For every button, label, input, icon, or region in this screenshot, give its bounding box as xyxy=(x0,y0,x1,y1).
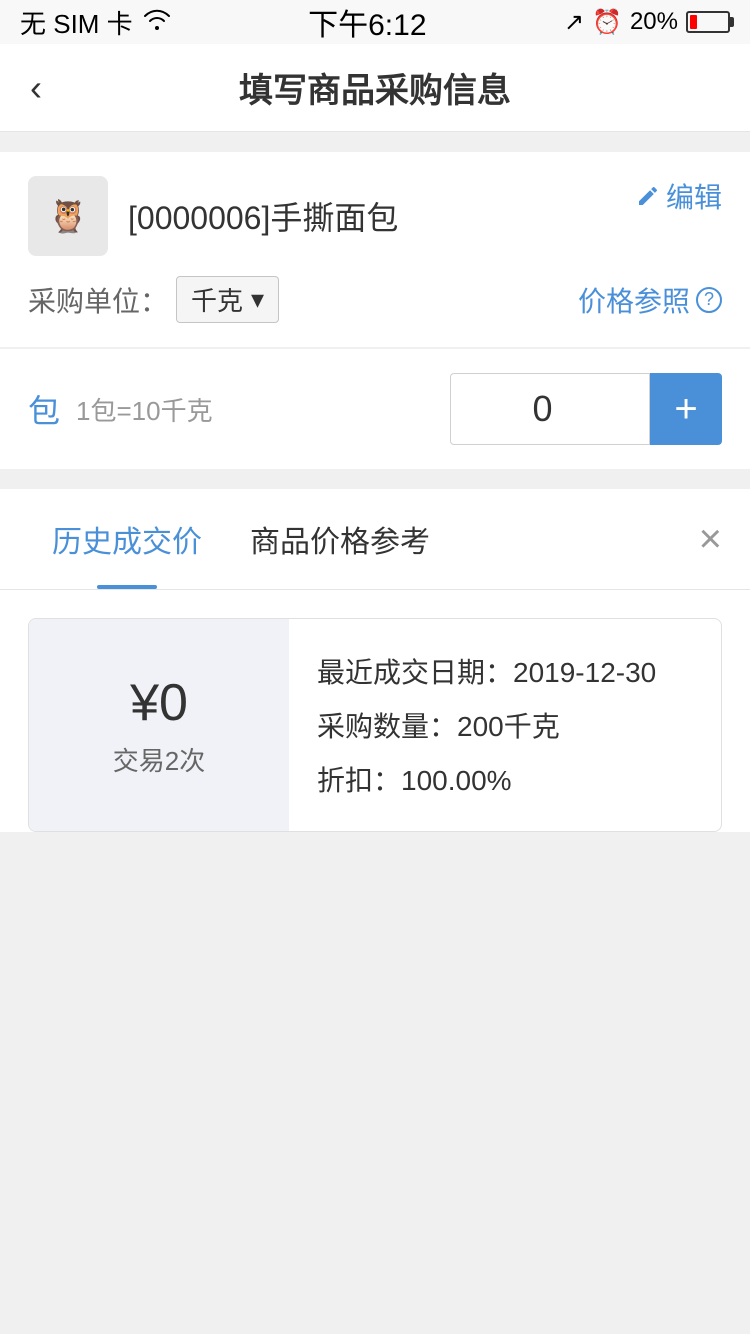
product-logo-icon: 🦉 xyxy=(48,197,88,235)
unit-conversion: 1包=10千克 xyxy=(76,391,213,428)
tab-product-price-ref[interactable]: 商品价格参考 xyxy=(226,489,454,589)
nav-bar: ‹ 填写商品采购信息 xyxy=(0,44,750,132)
panel-section: 历史成交价 商品价格参考 × ¥0 交易2次 最近成交日期：2019-12-30… xyxy=(0,489,750,832)
history-transactions: 交易2次 xyxy=(113,741,205,778)
history-quantity-row: 采购数量：200千克 xyxy=(317,705,693,745)
panel-close-button[interactable]: × xyxy=(699,519,722,559)
product-header: 🦉 [0000006]手撕面包 编辑 xyxy=(28,176,722,256)
quantity-input-wrap: + xyxy=(450,373,722,445)
status-bar: 无 SIM 卡 下午6:12 ↗ ⏰ 20% xyxy=(0,0,750,44)
edit-icon xyxy=(636,184,660,208)
status-left: 无 SIM 卡 xyxy=(20,4,171,41)
history-card: ¥0 交易2次 最近成交日期：2019-12-30 采购数量：200千克 折扣：… xyxy=(28,618,722,832)
battery-percentage: 20% xyxy=(630,8,678,36)
unit-left: 采购单位： 千克 ▾ xyxy=(28,276,279,323)
quantity-left: 包 1包=10千克 xyxy=(28,386,213,432)
history-recent-date-row: 最近成交日期：2019-12-30 xyxy=(317,651,693,691)
tab-history-price[interactable]: 历史成交价 xyxy=(28,489,226,589)
alarm-icon: ⏰ xyxy=(592,8,622,37)
edit-button[interactable]: 编辑 xyxy=(636,176,722,216)
battery-icon xyxy=(686,11,730,33)
product-name: [0000006]手撕面包 xyxy=(128,193,398,239)
unit-label: 采购单位： xyxy=(28,280,168,320)
history-discount-row: 折扣：100.00% xyxy=(317,759,693,799)
status-time: 下午6:12 xyxy=(308,0,426,44)
product-card: 🦉 [0000006]手撕面包 编辑 采购单位： 千克 ▾ 价格参照 ? xyxy=(0,152,750,347)
history-price: ¥0 xyxy=(130,673,188,733)
back-button[interactable]: ‹ xyxy=(30,67,42,109)
page-title: 填写商品采购信息 xyxy=(239,63,511,112)
unit-selector[interactable]: 千克 ▾ xyxy=(176,276,279,323)
history-card-left: ¥0 交易2次 xyxy=(29,619,289,831)
unit-badge: 包 xyxy=(28,386,60,432)
quantity-plus-button[interactable]: + xyxy=(650,373,722,445)
history-card-right: 最近成交日期：2019-12-30 采购数量：200千克 折扣：100.00% xyxy=(289,619,721,831)
quantity-input[interactable] xyxy=(450,373,650,445)
tabs-row: 历史成交价 商品价格参考 × xyxy=(0,489,750,590)
dropdown-icon: ▾ xyxy=(251,284,264,315)
location-icon: ↗ xyxy=(564,8,584,37)
product-left: 🦉 [0000006]手撕面包 xyxy=(28,176,398,256)
wifi-icon xyxy=(143,7,171,38)
price-ref-help-icon: ? xyxy=(696,287,722,313)
carrier-text: 无 SIM 卡 xyxy=(20,4,133,41)
status-right: ↗ ⏰ 20% xyxy=(564,8,730,37)
quantity-section: 包 1包=10千克 + xyxy=(0,349,750,469)
price-ref-button[interactable]: 价格参照 ? xyxy=(578,280,722,320)
product-unit-row: 采购单位： 千克 ▾ 价格参照 ? xyxy=(28,276,722,323)
product-thumbnail: 🦉 xyxy=(28,176,108,256)
